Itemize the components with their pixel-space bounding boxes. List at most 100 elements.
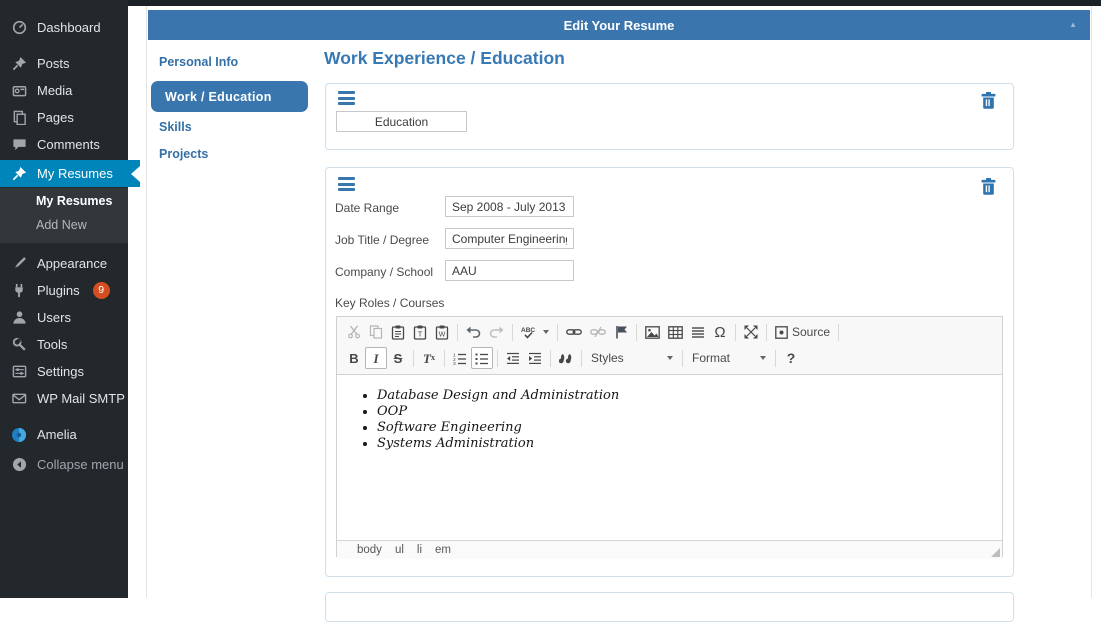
remove-format-button[interactable]: Tx (418, 347, 440, 369)
date-range-input[interactable] (445, 196, 574, 217)
tab-projects[interactable]: Projects (159, 147, 208, 161)
strikethrough-button[interactable]: S (387, 347, 409, 369)
svg-text:W: W (439, 331, 446, 338)
paste-icon[interactable] (387, 321, 409, 343)
list-item[interactable]: Systems Administration (377, 436, 1002, 452)
company-school-input[interactable] (445, 260, 574, 281)
rich-text-editor: T W ABC Ω Source B I S T x 1 2 3 Styles … (336, 316, 1003, 559)
tab-skills[interactable]: Skills (159, 120, 192, 134)
drag-handle-icon[interactable] (338, 177, 355, 191)
job-title-label: Job Title / Degree (335, 233, 430, 247)
svg-text:3: 3 (453, 361, 456, 365)
numbered-list-icon[interactable]: 123 (449, 347, 471, 369)
plugins-update-badge: 9 (92, 282, 110, 299)
sidebar-item-amelia[interactable]: Amelia (0, 421, 128, 448)
pin-icon (10, 166, 28, 182)
path-em[interactable]: em (435, 544, 451, 556)
styles-dropdown[interactable]: Styles (586, 347, 678, 369)
editor-element-path: body ul li em (337, 540, 1002, 559)
unlink-icon[interactable] (586, 321, 610, 343)
sidebar-item-pages[interactable]: Pages (0, 104, 128, 131)
maximize-icon[interactable] (740, 321, 762, 343)
source-icon (775, 325, 788, 339)
image-icon[interactable] (641, 321, 664, 343)
sidebar-item-my-resumes[interactable]: My Resumes (0, 160, 140, 187)
resize-handle[interactable] (991, 548, 1000, 557)
cut-icon[interactable] (343, 321, 365, 343)
toolbar-row-1: T W ABC Ω Source (343, 319, 996, 345)
undo-icon[interactable] (462, 321, 485, 343)
redo-icon[interactable] (485, 321, 508, 343)
bold-button[interactable]: B (343, 347, 365, 369)
plugins-icon (10, 283, 28, 299)
path-ul[interactable]: ul (395, 544, 404, 556)
list-item[interactable]: Software Engineering (377, 420, 1002, 436)
decrease-indent-icon[interactable] (502, 347, 524, 369)
entry-card: Date Range Job Title / Degree Company / … (325, 167, 1014, 577)
tools-icon (10, 337, 28, 353)
key-roles-label: Key Roles / Courses (335, 296, 445, 310)
company-school-label: Company / School (335, 265, 434, 279)
editor-toolbar: T W ABC Ω Source B I S T x 1 2 3 Styles … (337, 317, 1002, 375)
italic-button[interactable]: I (365, 347, 387, 369)
list-item[interactable]: Database Design and Administration (377, 388, 1002, 404)
sidebar-item-tools[interactable]: Tools (0, 331, 128, 358)
special-char-icon[interactable]: Ω (709, 321, 731, 343)
sidebar-item-posts[interactable]: Posts (0, 50, 128, 77)
spellcheck-icon[interactable]: ABC (517, 321, 553, 343)
table-icon[interactable] (664, 321, 687, 343)
tab-personal-info[interactable]: Personal Info (159, 55, 238, 69)
sidebar-item-collapse-menu[interactable]: Collapse menu (0, 451, 128, 478)
horizontal-line-icon[interactable] (687, 321, 709, 343)
job-title-input[interactable] (445, 228, 574, 249)
format-dropdown[interactable]: Format (687, 347, 771, 369)
copy-icon[interactable] (365, 321, 387, 343)
trash-icon (981, 178, 996, 195)
sidebar-item-dashboard[interactable]: Dashboard (0, 14, 128, 41)
sidebar-item-users[interactable]: Users (0, 304, 128, 331)
list-item[interactable]: OOP (377, 404, 1002, 420)
source-button[interactable]: Source (771, 321, 834, 343)
increase-indent-icon[interactable] (524, 347, 546, 369)
path-li[interactable]: li (417, 544, 422, 556)
appearance-icon (10, 256, 28, 272)
dashboard-icon (10, 20, 28, 36)
sidebar-item-settings[interactable]: Settings (0, 358, 128, 385)
about-help-button[interactable]: ? (780, 347, 802, 369)
delete-entry-button[interactable] (981, 178, 996, 195)
next-entry-card (325, 592, 1014, 622)
svg-text:ABC: ABC (521, 327, 535, 334)
sidebar-item-plugins[interactable]: Plugins 9 (0, 277, 128, 304)
panel-header: Edit Your Resume ▲ (148, 10, 1090, 40)
wp-admin-sidebar: Dashboard Posts Media Pages Comments My … (0, 0, 140, 598)
path-body[interactable]: body (357, 544, 382, 556)
sidebar-item-media[interactable]: Media (0, 77, 128, 104)
link-icon[interactable] (562, 321, 586, 343)
bulleted-list-icon[interactable] (471, 347, 493, 369)
section-name-input[interactable] (336, 111, 467, 132)
editor-content-area[interactable]: Database Design and Administration OOP S… (337, 375, 1002, 540)
paste-word-icon[interactable]: W (431, 321, 453, 343)
chevron-down-icon (667, 356, 673, 360)
media-icon (10, 83, 28, 99)
svg-text:T: T (418, 329, 423, 338)
users-icon (10, 310, 28, 326)
section-title-card (325, 83, 1014, 150)
delete-section-button[interactable] (981, 92, 996, 109)
submenu-item-my-resumes[interactable]: My Resumes (0, 190, 128, 212)
tab-work-education[interactable]: Work / Education (151, 81, 308, 112)
pin-icon (10, 56, 28, 72)
paste-text-icon[interactable]: T (409, 321, 431, 343)
drag-handle-icon[interactable] (338, 91, 355, 105)
sidebar-item-comments[interactable]: Comments (0, 131, 128, 158)
submenu-item-add-new[interactable]: Add New (0, 214, 128, 236)
pages-icon (10, 110, 28, 126)
anchor-flag-icon[interactable] (610, 321, 632, 343)
panel-collapse-icon[interactable]: ▲ (1069, 20, 1077, 29)
sidebar-item-appearance[interactable]: Appearance (0, 250, 128, 277)
blockquote-icon[interactable] (555, 347, 577, 369)
settings-icon (10, 364, 28, 380)
comments-icon (10, 137, 28, 153)
sidebar-item-wp-mail-smtp[interactable]: WP Mail SMTP (0, 385, 128, 412)
bullet-list: Database Design and Administration OOP S… (377, 388, 1002, 452)
